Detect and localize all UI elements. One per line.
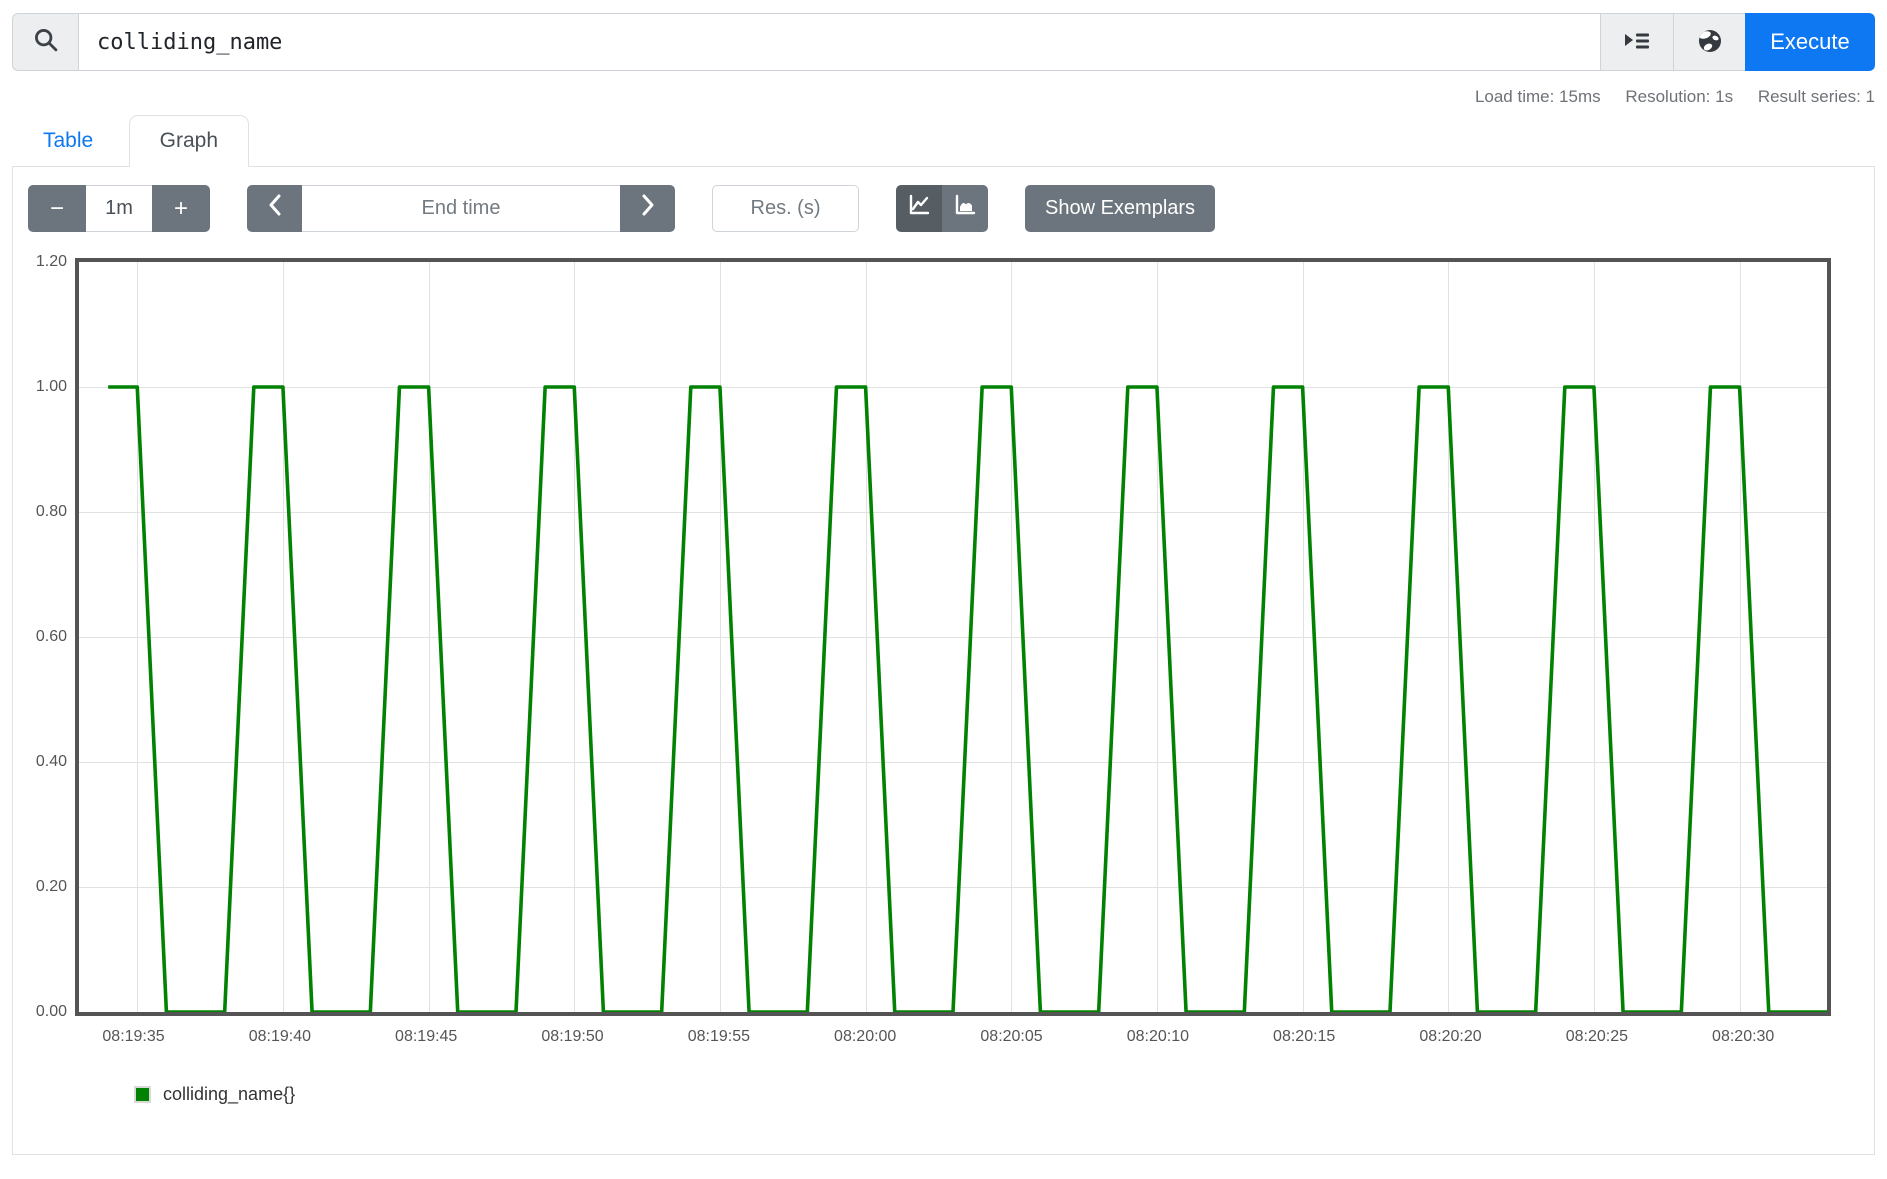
end-time-picker bbox=[247, 185, 675, 232]
chart: 0.000.200.400.600.801.001.20 08:19:3508:… bbox=[75, 258, 1831, 1058]
query-bar: Execute bbox=[12, 13, 1875, 71]
query-input[interactable] bbox=[78, 13, 1601, 71]
x-tick-label: 08:20:15 bbox=[1273, 1028, 1335, 1046]
format-expression-button[interactable] bbox=[1601, 13, 1673, 71]
range-increase-button[interactable]: + bbox=[152, 185, 210, 232]
minus-icon: − bbox=[50, 195, 64, 223]
format-expression-icon bbox=[1624, 30, 1650, 55]
chevron-left-icon bbox=[268, 194, 282, 223]
y-axis-labels: 0.000.200.400.600.801.001.20 bbox=[7, 262, 67, 1012]
x-tick-label: 08:20:00 bbox=[834, 1028, 896, 1046]
plus-icon: + bbox=[174, 195, 188, 223]
time-back-button[interactable] bbox=[247, 185, 302, 232]
end-time-input[interactable] bbox=[302, 185, 620, 232]
legend-label: colliding_name{} bbox=[163, 1084, 295, 1105]
line-chart-icon bbox=[907, 193, 931, 224]
show-exemplars-button[interactable]: Show Exemplars bbox=[1025, 185, 1215, 232]
tab-table[interactable]: Table bbox=[12, 115, 124, 167]
x-tick-label: 08:19:40 bbox=[249, 1028, 311, 1046]
x-tick-label: 08:19:45 bbox=[395, 1028, 457, 1046]
tab-graph[interactable]: Graph bbox=[129, 115, 249, 167]
y-tick-label: 0.20 bbox=[36, 878, 67, 896]
range-input[interactable] bbox=[86, 185, 152, 232]
y-tick-label: 1.00 bbox=[36, 378, 67, 396]
x-tick-label: 08:20:10 bbox=[1127, 1028, 1189, 1046]
x-tick-label: 08:19:55 bbox=[688, 1028, 750, 1046]
search-addon bbox=[12, 13, 78, 71]
graph-controls: − + bbox=[13, 185, 1874, 232]
x-tick-label: 08:20:05 bbox=[980, 1028, 1042, 1046]
line-chart-toggle-button[interactable] bbox=[896, 185, 942, 232]
x-tick-label: 08:20:25 bbox=[1566, 1028, 1628, 1046]
legend-item[interactable]: colliding_name{} bbox=[134, 1084, 295, 1105]
x-tick-label: 08:19:35 bbox=[102, 1028, 164, 1046]
x-axis-labels: 08:19:35 08:19:40 08:19:45 08:19:50 08:19:55… bbox=[75, 1016, 1831, 1058]
x-tick-label: 08:19:50 bbox=[541, 1028, 603, 1046]
chevron-right-icon bbox=[641, 194, 655, 223]
plot-grid bbox=[79, 262, 1827, 1012]
metrics-explorer-button[interactable] bbox=[1673, 13, 1745, 71]
graph-panel: − + bbox=[12, 167, 1875, 1155]
time-forward-button[interactable] bbox=[620, 185, 675, 232]
execute-button[interactable]: Execute bbox=[1745, 13, 1875, 71]
series-plot bbox=[79, 262, 1827, 1012]
y-tick-label: 0.80 bbox=[36, 503, 67, 521]
chart-type-toggle bbox=[896, 185, 988, 232]
chart-legend: colliding_name{} bbox=[134, 1084, 1874, 1108]
result-series-stat: Result series: 1 bbox=[1758, 87, 1875, 106]
y-tick-label: 1.20 bbox=[36, 253, 67, 271]
search-icon bbox=[32, 26, 60, 59]
resolution-input[interactable] bbox=[712, 185, 859, 232]
y-tick-label: 0.00 bbox=[36, 1003, 67, 1021]
series-line bbox=[108, 387, 1827, 1012]
plot-area[interactable]: 0.000.200.400.600.801.001.20 bbox=[75, 258, 1831, 1016]
load-time-stat: Load time: 15ms bbox=[1475, 87, 1601, 106]
range-stepper: − + bbox=[28, 185, 210, 232]
y-tick-label: 0.40 bbox=[36, 753, 67, 771]
panel-tabs: Table Graph bbox=[12, 115, 1875, 167]
resolution-stat: Resolution: 1s bbox=[1625, 87, 1733, 106]
prometheus-expression-panel: Execute Load time: 15ms Resolution: 1s R… bbox=[0, 0, 1887, 1155]
legend-swatch bbox=[134, 1086, 151, 1103]
range-decrease-button[interactable]: − bbox=[28, 185, 86, 232]
stacked-chart-icon bbox=[953, 193, 977, 224]
y-tick-label: 0.60 bbox=[36, 628, 67, 646]
x-tick-label: 08:20:20 bbox=[1419, 1028, 1481, 1046]
metrics-explorer-globe-icon bbox=[1696, 27, 1724, 58]
stacked-chart-toggle-button[interactable] bbox=[942, 185, 988, 232]
query-stats: Load time: 15ms Resolution: 1s Result se… bbox=[12, 87, 1875, 107]
x-tick-label: 08:20:30 bbox=[1712, 1028, 1774, 1046]
